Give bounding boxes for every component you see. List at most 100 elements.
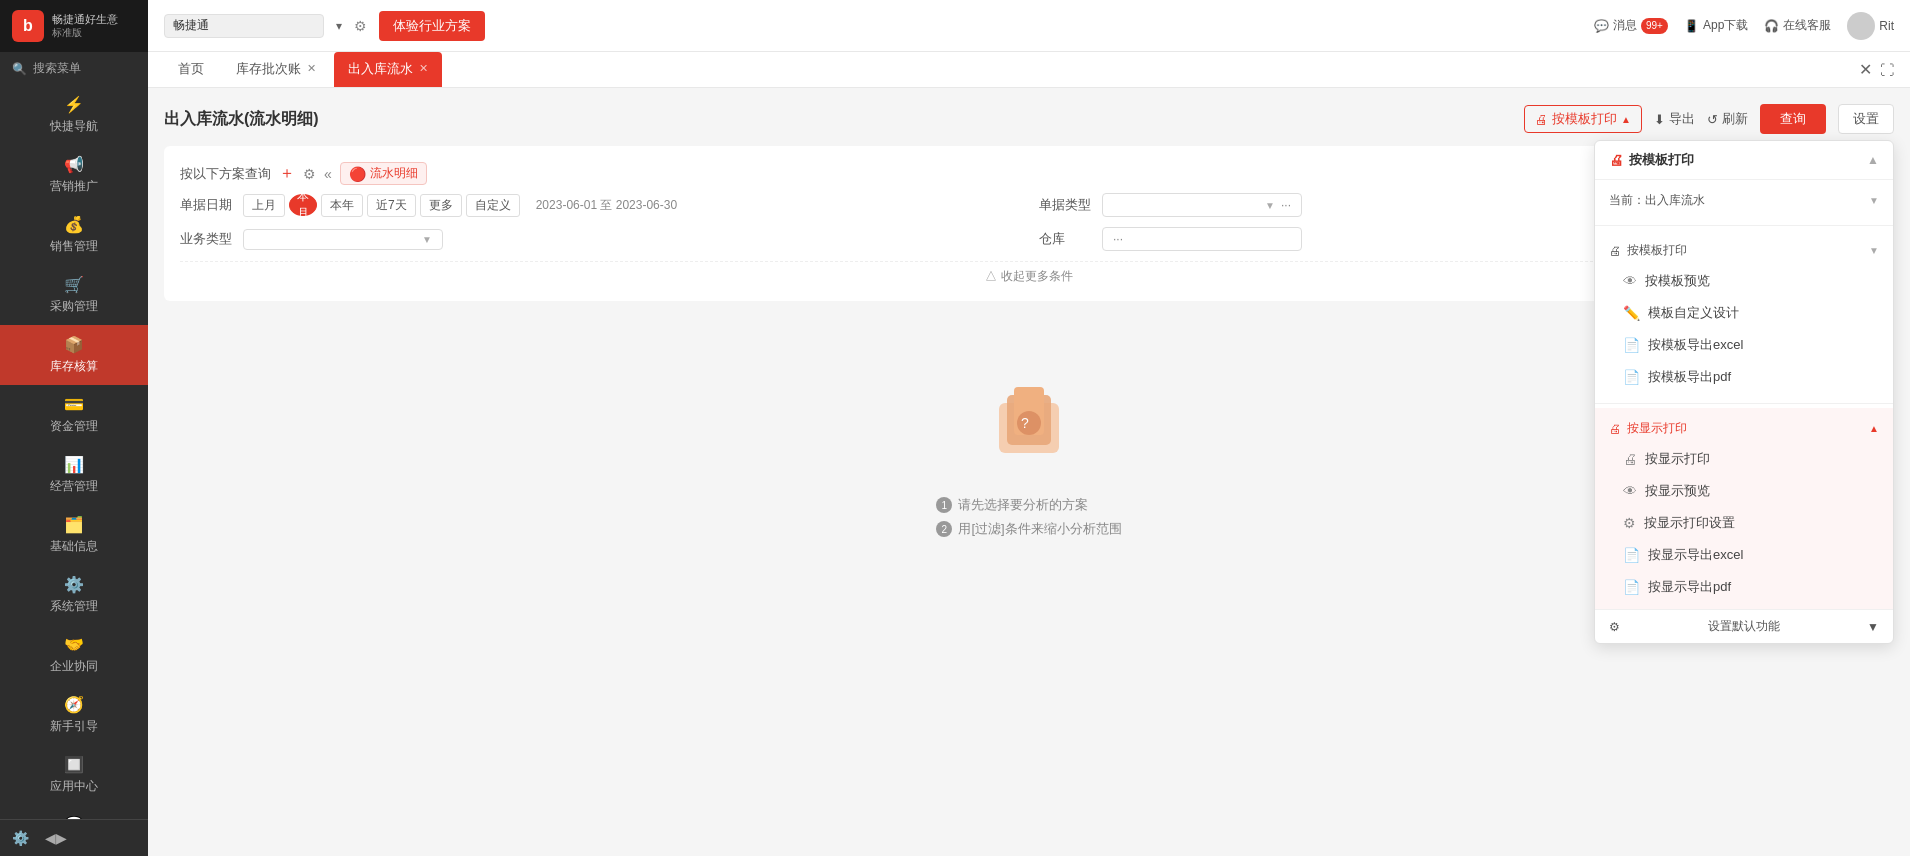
display-print-action-item[interactable]: 🖨 按显示打印 xyxy=(1595,443,1893,475)
online-service-label: 在线客服 xyxy=(1783,17,1831,34)
dropdown-footer[interactable]: ⚙ 设置默认功能 ▼ xyxy=(1595,609,1893,643)
divider-1 xyxy=(1595,225,1893,226)
sidebar-collapse-icon[interactable]: ◀▶ xyxy=(45,830,67,846)
sidebar-item-finance[interactable]: 💳 资金管理 xyxy=(0,385,148,445)
empty-tip-2: 2 用[过滤]条件来缩小分析范围 xyxy=(936,517,1121,541)
date-btn-this-year[interactable]: 本年 xyxy=(321,194,363,217)
filter-biztype-select[interactable]: ▼ xyxy=(243,229,443,250)
main-content: ▾ ⚙ 体验行业方案 💬 消息 99+ 📱 App下载 🎧 在线客服 Rit xyxy=(148,0,1910,856)
tabs-bar: 首页 库存批次账 ✕ 出入库流水 ✕ ✕ ⛶ xyxy=(148,52,1910,88)
sidebar-item-guide[interactable]: 🧭 新手引导 xyxy=(0,685,148,745)
tab-flow[interactable]: 出入库流水 ✕ xyxy=(334,52,442,87)
sidebar-item-wecom[interactable]: 💬 企业微信 xyxy=(0,805,148,819)
logo-icon: b xyxy=(12,10,44,42)
inventory-icon: 📦 xyxy=(64,335,84,354)
display-settings-item[interactable]: ⚙ 按显示打印设置 xyxy=(1595,507,1893,539)
filter-warehouse-select[interactable]: ··· xyxy=(1102,227,1302,251)
date-btn-this-month[interactable]: 本月 xyxy=(289,194,317,216)
tabs-close-all-btn[interactable]: ✕ xyxy=(1859,60,1872,79)
sidebar-item-enterprise[interactable]: 🤝 企业协同 xyxy=(0,625,148,685)
display-print-header[interactable]: 🖨 按显示打印 ▲ xyxy=(1595,414,1893,443)
marketing-icon: 📢 xyxy=(64,155,84,174)
sidebar-item-inventory[interactable]: 📦 库存核算 xyxy=(0,325,148,385)
user-avatar-btn[interactable]: Rit xyxy=(1847,12,1894,40)
display-excel-item[interactable]: 📄 按显示导出excel xyxy=(1595,539,1893,571)
display-print-icon: 🖨 xyxy=(1609,422,1621,436)
template-print-header[interactable]: 🖨 按模板打印 ▼ xyxy=(1595,236,1893,265)
svg-text:?: ? xyxy=(1021,415,1029,431)
sidebar-item-basics[interactable]: 🗂️ 基础信息 xyxy=(0,505,148,565)
date-buttons: 上月 本月 本年 近7天 更多 自定义 xyxy=(243,194,520,217)
display-print-action-icon: 🖨 xyxy=(1623,451,1637,467)
print-dropdown: 🖨 按模板打印 ▲ 当前：出入库流水 ▼ 🖨 按模板打印 xyxy=(1594,140,1894,644)
dropdown-collapse-btn[interactable]: ▲ xyxy=(1867,153,1879,167)
sidebar-item-apps[interactable]: 🔲 应用中心 xyxy=(0,745,148,805)
filter-collapse-btn[interactable]: « xyxy=(324,166,332,182)
logo: b 畅捷通好生意 标准版 xyxy=(0,0,148,52)
topbar: ▾ ⚙ 体验行业方案 💬 消息 99+ 📱 App下载 🎧 在线客服 Rit xyxy=(148,0,1910,52)
topbar-search-input[interactable] xyxy=(164,14,324,38)
empty-tips: 1 请先选择要分析的方案 2 用[过滤]条件来缩小分析范围 xyxy=(936,493,1121,541)
sidebar-item-system[interactable]: ⚙️ 系统管理 xyxy=(0,565,148,625)
warehouse-more-icon[interactable]: ··· xyxy=(1113,232,1123,246)
divider-2 xyxy=(1595,403,1893,404)
date-btn-last-month[interactable]: 上月 xyxy=(243,194,285,217)
refresh-btn[interactable]: ↺ 刷新 xyxy=(1707,110,1748,128)
app-download-btn[interactable]: 📱 App下载 xyxy=(1684,17,1748,34)
print-chevron-up-icon: ▲ xyxy=(1621,114,1631,125)
print-template-btn[interactable]: 🖨 按模板打印 ▲ xyxy=(1524,105,1642,133)
logo-name: 畅捷通好生意 xyxy=(52,12,118,26)
tab-home[interactable]: 首页 xyxy=(164,52,218,87)
sidebar-item-marketing[interactable]: 📢 营销推广 xyxy=(0,145,148,205)
filter-add-btn[interactable]: ＋ xyxy=(279,163,295,184)
sidebar-item-operations[interactable]: 📊 经营管理 xyxy=(0,445,148,505)
tab-batch[interactable]: 库存批次账 ✕ xyxy=(222,52,330,87)
message-label: 消息 xyxy=(1613,17,1637,34)
template-preview-item[interactable]: 👁 按模板预览 xyxy=(1595,265,1893,297)
tabs-expand-btn[interactable]: ⛶ xyxy=(1880,62,1894,78)
search-menu[interactable]: 🔍 搜索菜单 xyxy=(0,52,148,85)
system-icon: ⚙️ xyxy=(64,575,84,594)
message-btn[interactable]: 💬 消息 99+ xyxy=(1594,17,1668,34)
query-button[interactable]: 查询 xyxy=(1760,104,1826,134)
template-excel-item[interactable]: 📄 按模板导出excel xyxy=(1595,329,1893,361)
template-pdf-icon: 📄 xyxy=(1623,369,1640,385)
basics-icon: 🗂️ xyxy=(64,515,84,534)
doctype-more[interactable]: ··· xyxy=(1281,198,1291,212)
date-btn-7days[interactable]: 近7天 xyxy=(367,194,416,217)
template-custom-item[interactable]: ✏️ 模板自定义设计 xyxy=(1595,297,1893,329)
date-btn-more[interactable]: 更多 xyxy=(420,194,462,217)
sidebar-item-shortcuts[interactable]: ⚡ 快捷导航 xyxy=(0,85,148,145)
user-name: Rit xyxy=(1879,19,1894,33)
sales-icon: 💰 xyxy=(64,215,84,234)
sidebar-settings-icon[interactable]: ⚙️ xyxy=(12,830,29,846)
message-icon: 💬 xyxy=(1594,19,1609,33)
sidebar-item-sales[interactable]: 💰 销售管理 xyxy=(0,205,148,265)
app-download-icon: 📱 xyxy=(1684,19,1699,33)
refresh-icon: ↺ xyxy=(1707,112,1718,127)
page-header: 出入库流水(流水明细) 🖨 按模板打印 ▲ ⬇ 导出 ↺ 刷新 查询 设置 xyxy=(164,104,1894,134)
filter-settings-btn[interactable]: ⚙ xyxy=(303,166,316,182)
biztype-dropdown-icon: ▼ xyxy=(422,234,432,245)
template-pdf-item[interactable]: 📄 按模板导出pdf xyxy=(1595,361,1893,393)
topbar-gear-icon[interactable]: ⚙ xyxy=(354,18,367,34)
filter-doctype-select[interactable]: ▼ ··· xyxy=(1102,193,1302,217)
app-download-label: App下载 xyxy=(1703,17,1748,34)
purchase-icon: 🛒 xyxy=(64,275,84,294)
display-pdf-item[interactable]: 📄 按显示导出pdf xyxy=(1595,571,1893,603)
doctype-dropdown-icon: ▼ xyxy=(1265,200,1275,211)
trial-button[interactable]: 体验行业方案 xyxy=(379,11,485,41)
date-btn-custom[interactable]: 自定义 xyxy=(466,194,520,217)
export-btn[interactable]: ⬇ 导出 xyxy=(1654,110,1695,128)
display-preview-item[interactable]: 👁 按显示预览 xyxy=(1595,475,1893,507)
sidebar-item-purchase[interactable]: 🛒 采购管理 xyxy=(0,265,148,325)
display-excel-icon: 📄 xyxy=(1623,547,1640,563)
tab-flow-close[interactable]: ✕ xyxy=(419,62,428,75)
settings-button[interactable]: 设置 xyxy=(1838,104,1894,134)
template-preview-icon: 👁 xyxy=(1623,273,1637,289)
tab-batch-close[interactable]: ✕ xyxy=(307,62,316,75)
dropdown-current-header[interactable]: 当前：出入库流水 ▼ xyxy=(1595,186,1893,215)
online-service-btn[interactable]: 🎧 在线客服 xyxy=(1764,17,1831,34)
topbar-dropdown-icon[interactable]: ▾ xyxy=(336,19,342,33)
sidebar-nav: ⚡ 快捷导航 📢 营销推广 💰 销售管理 🛒 采购管理 📦 库存核算 💳 资金管… xyxy=(0,85,148,819)
